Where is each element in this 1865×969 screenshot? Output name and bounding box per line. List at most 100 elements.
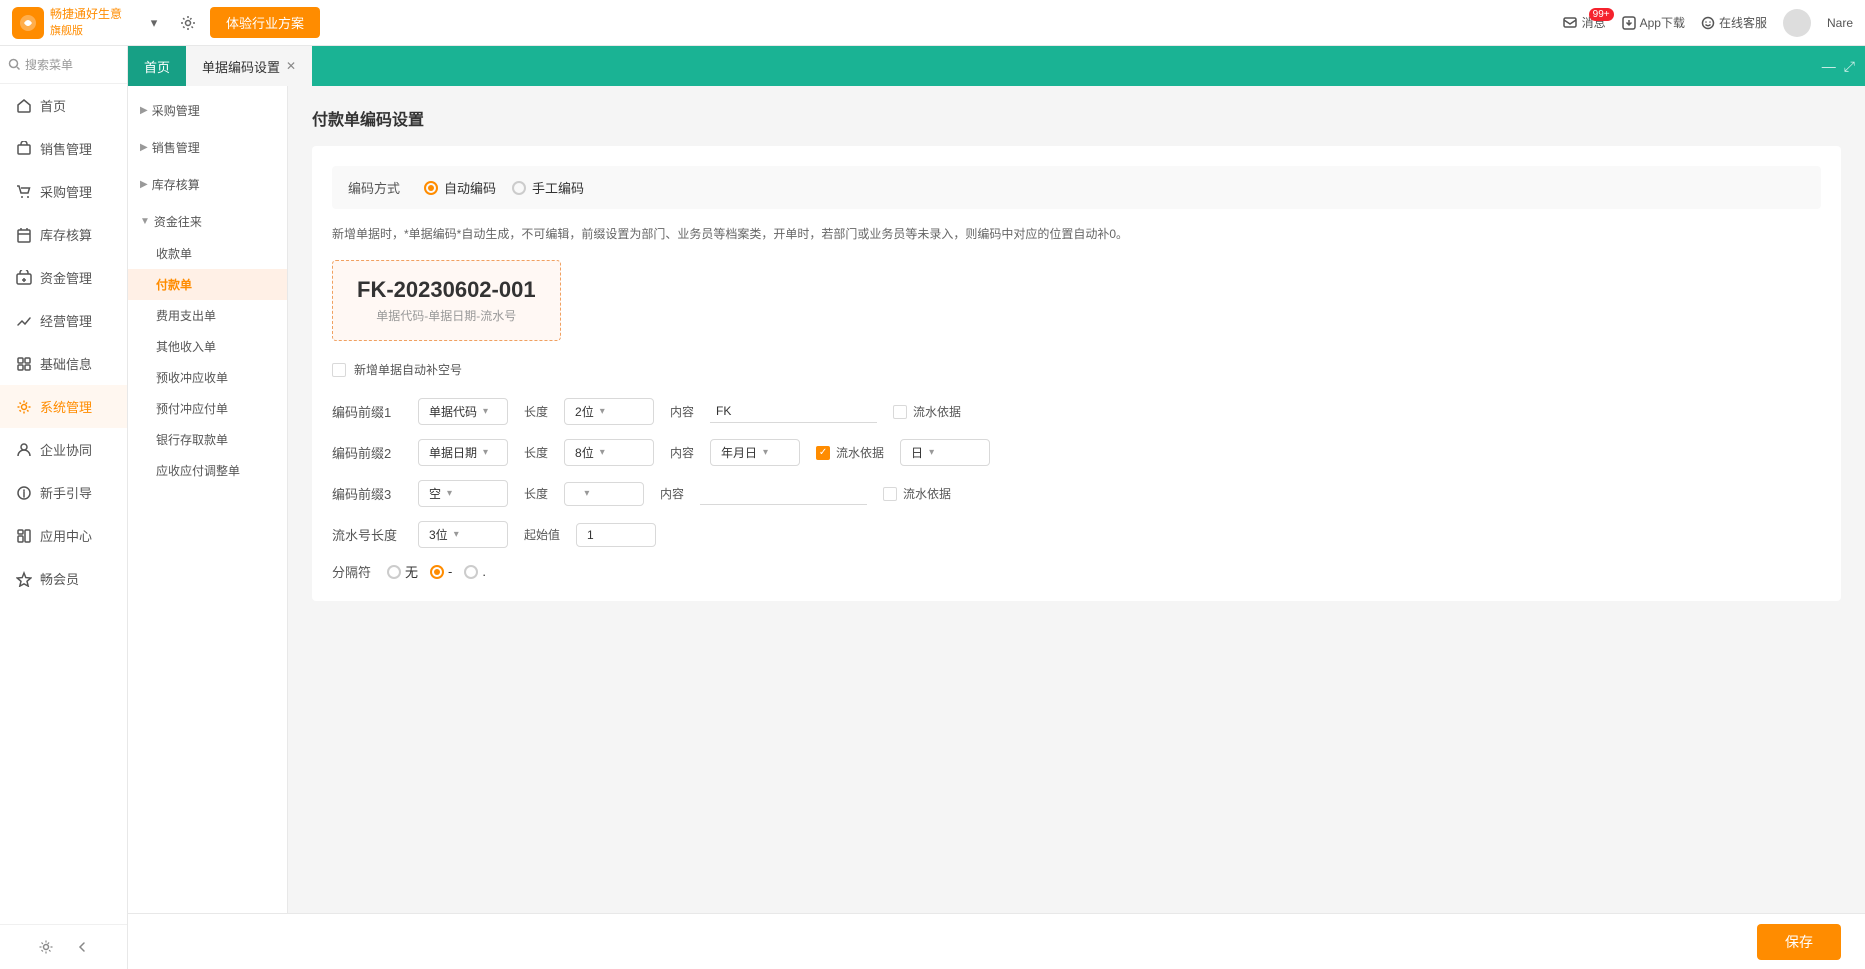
sub-menu: ▶ 采购管理 ▶ 销售管理 ▶ 库存核算 [128, 86, 288, 913]
sub-menu-header-inventory[interactable]: ▶ 库存核算 [128, 168, 287, 201]
tab-close-btn[interactable]: ✕ [286, 59, 296, 73]
sidebar: 搜索菜单 首页 销售管理 采购管理 库存核算 资金管理 经营管理 [0, 46, 128, 969]
sidebar-item-basic[interactable]: 基础信息 [0, 342, 127, 385]
sub-menu-group-purchase: ▶ 采购管理 [128, 94, 287, 127]
prefix3-select[interactable]: 空 ▾ [418, 480, 508, 507]
separator-options: 无 - . [387, 562, 486, 581]
user-avatar[interactable] [1783, 9, 1811, 37]
sub-menu-group-finance: ▼ 资金往来 收款单 付款单 费用支出单 其他收入单 预收冲应收单 预付冲应付单… [128, 205, 287, 486]
sub-menu-group-inventory: ▶ 库存核算 [128, 168, 287, 201]
encoding-method-row: 编码方式 自动编码 手工编码 [332, 166, 1821, 209]
sub-menu-item-receipt[interactable]: 收款单 [128, 238, 287, 269]
logo-sub: 旗舰版 [50, 22, 122, 38]
sidebar-collapse-btn[interactable] [68, 933, 96, 961]
sep-dot-dot [464, 565, 478, 579]
tab-bar: 首页 单据编码设置 ✕ — ⤢ [128, 46, 1865, 86]
prefix2-select[interactable]: 单据日期 ▾ [418, 439, 508, 466]
search-label: 搜索菜单 [25, 56, 73, 73]
sub-menu-header-finance[interactable]: ▼ 资金往来 [128, 205, 287, 238]
prefix3-content-input[interactable] [700, 482, 867, 505]
serial-length-label: 流水号长度 [332, 525, 402, 544]
message-badge: 99+ [1589, 8, 1614, 21]
settings-btn[interactable] [174, 9, 202, 37]
sub-menu-item-bank-deposit[interactable]: 银行存取款单 [128, 424, 287, 455]
radio-auto[interactable]: 自动编码 [424, 178, 496, 197]
sidebar-item-enterprise[interactable]: 企业协同 [0, 428, 127, 471]
top-header: 畅捷通好生意 旗舰版 ▾ 体验行业方案 消息 99+ App下载 在线客服 Na… [0, 0, 1865, 46]
sidebar-item-business[interactable]: 经营管理 [0, 299, 127, 342]
prefix2-length-select[interactable]: 8位 ▾ [564, 439, 654, 466]
sub-menu-item-other-income[interactable]: 其他收入单 [128, 331, 287, 362]
sub-menu-item-payment[interactable]: 付款单 [128, 269, 287, 300]
sep-none[interactable]: 无 [387, 562, 418, 581]
radio-dot-manual [512, 181, 526, 195]
tab-minimize-btn[interactable]: — [1822, 58, 1836, 74]
app-download-btn[interactable]: App下载 [1622, 14, 1685, 31]
tab-home[interactable]: 首页 [128, 46, 186, 86]
sidebar-settings-btn[interactable] [32, 933, 60, 961]
prefix2-content-select[interactable]: 年月日 ▾ [710, 439, 800, 466]
radio-manual[interactable]: 手工编码 [512, 178, 584, 197]
prefix1-watermark-checkbox[interactable] [893, 405, 907, 419]
serial-length-select[interactable]: 3位 ▾ [418, 521, 508, 548]
prefix1-watermark-label: 流水依据 [913, 403, 961, 420]
sidebar-item-sales[interactable]: 销售管理 [0, 127, 127, 170]
prefix3-length-label: 长度 [524, 485, 548, 502]
sub-menu-header-sales[interactable]: ▶ 销售管理 [128, 131, 287, 164]
tab-encoding[interactable]: 单据编码设置 ✕ [186, 46, 312, 86]
header-right: 消息 99+ App下载 在线客服 Nare [1562, 9, 1853, 37]
start-value-label: 起始值 [524, 526, 560, 543]
prefix2-length-label: 长度 [524, 444, 548, 461]
preview-code: FK-20230602-001 [357, 277, 536, 303]
logo-text: 畅捷通好生意 [50, 7, 122, 23]
prefix1-length-select[interactable]: 2位 ▾ [564, 398, 654, 425]
sidebar-item-appstore[interactable]: 应用中心 [0, 514, 127, 557]
auto-fill-label: 新增单据自动补空号 [354, 361, 462, 378]
sub-menu-item-prepay-pay[interactable]: 预付冲应付单 [128, 393, 287, 424]
sep-dot[interactable]: . [464, 564, 486, 579]
sidebar-item-guide[interactable]: 新手引导 [0, 471, 127, 514]
content-area: 首页 单据编码设置 ✕ — ⤢ ▶ 采购管理 [128, 46, 1865, 969]
prefix3-length-select[interactable]: ▾ [564, 482, 644, 506]
sub-menu-header-purchase[interactable]: ▶ 采购管理 [128, 94, 287, 127]
sidebar-item-finance[interactable]: 资金管理 [0, 256, 127, 299]
sidebar-search[interactable]: 搜索菜单 [0, 46, 127, 84]
auto-fill-row: 新增单据自动补空号 [332, 361, 1821, 378]
trial-btn[interactable]: 体验行业方案 [210, 7, 320, 38]
prefix1-content-input[interactable] [710, 400, 877, 423]
preview-box: FK-20230602-001 单据代码-单据日期-流水号 [332, 260, 561, 341]
encoding-method-label: 编码方式 [348, 178, 400, 197]
sep-dash[interactable]: - [430, 564, 452, 579]
tab-expand-btn[interactable]: ⤢ [1844, 58, 1855, 75]
sidebar-item-purchase[interactable]: 采购管理 [0, 170, 127, 213]
save-button[interactable]: 保存 [1757, 924, 1841, 960]
sidebar-item-system[interactable]: 系统管理 [0, 385, 127, 428]
sidebar-item-member[interactable]: 畅会员 [0, 557, 127, 600]
prefix3-watermark-item: 流水依据 [883, 485, 951, 502]
prefix2-watermark-checkbox[interactable]: ✓ [816, 446, 830, 460]
separator-label: 分隔符 [332, 562, 371, 581]
message-btn[interactable]: 消息 99+ [1562, 14, 1606, 31]
sidebar-item-home[interactable]: 首页 [0, 84, 127, 127]
prefix1-label: 编码前缀1 [332, 402, 402, 421]
auto-fill-checkbox[interactable] [332, 363, 346, 377]
form-row-serial: 流水号长度 3位 ▾ 起始值 [332, 521, 1821, 548]
sub-menu-item-adjustment[interactable]: 应收应付调整单 [128, 455, 287, 486]
prefix2-watermark-label: 流水依据 [836, 444, 884, 461]
prefix1-select[interactable]: 单据代码 ▾ [418, 398, 508, 425]
preview-desc: 单据代码-单据日期-流水号 [357, 307, 536, 324]
sep-dash-dot [430, 565, 444, 579]
app-logo-icon [12, 7, 44, 39]
sidebar-item-inventory[interactable]: 库存核算 [0, 213, 127, 256]
prefix1-length-label: 长度 [524, 403, 548, 420]
start-value-input[interactable] [576, 523, 656, 547]
sub-menu-item-expense[interactable]: 费用支出单 [128, 300, 287, 331]
form-row-prefix1: 编码前缀1 单据代码 ▾ 长度 2位 ▾ 内容 [332, 398, 1821, 425]
prefix2-label: 编码前缀2 [332, 443, 402, 462]
header-middle: ▾ 体验行业方案 [142, 7, 1552, 38]
online-service-btn[interactable]: 在线客服 [1701, 14, 1767, 31]
prefix3-watermark-checkbox[interactable] [883, 487, 897, 501]
sub-menu-item-prepay-collect[interactable]: 预收冲应收单 [128, 362, 287, 393]
dropdown-btn[interactable]: ▾ [142, 11, 166, 35]
prefix2-unit-select[interactable]: 日 ▾ [900, 439, 990, 466]
